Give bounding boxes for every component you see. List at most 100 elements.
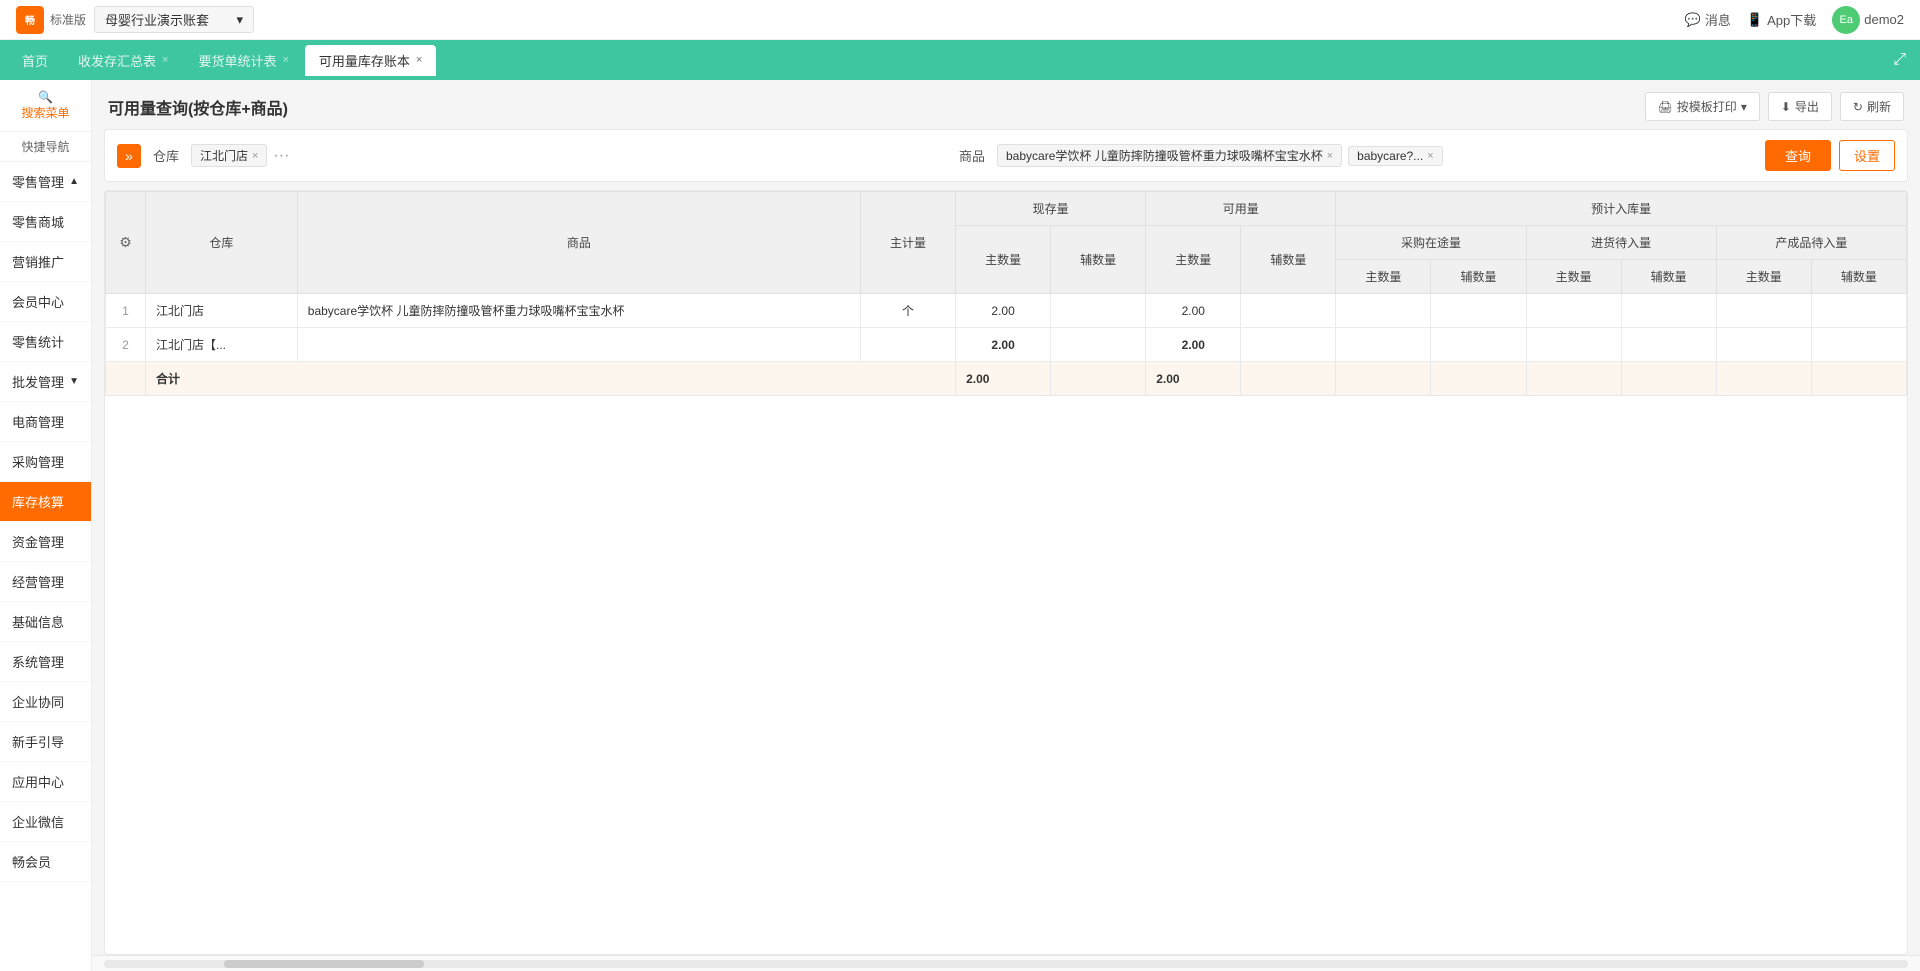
sidebar-item-retail-management[interactable]: 零售管理 ▲ [0,162,91,202]
table-row: 2 江北门店【... 2.00 2.00 [106,328,1907,362]
sidebar-item-purchase[interactable]: 采购管理 [0,442,91,482]
filter-expand-button[interactable]: » [117,144,141,168]
th-purchase-transit-group: 采购在途量 [1336,226,1526,260]
row-avail-aux-2 [1241,328,1336,362]
sidebar-item-enterprise-collab[interactable]: 企业协同 [0,682,91,722]
sidebar-item-basic-info[interactable]: 基础信息 [0,602,91,642]
summary-prod-pending-main [1716,362,1811,396]
summary-avail-main: 2.00 [1146,362,1241,396]
sidebar-item-wholesale[interactable]: 批发管理 ▼ [0,362,91,402]
gear-icon[interactable]: ⚙ [119,234,132,250]
sidebar-item-new-guide[interactable]: 新手引导 [0,722,91,762]
avatar: Ea [1832,6,1860,34]
tab-order-stats-label: 要货单统计表 [198,51,276,70]
sidebar-item-app-center[interactable]: 应用中心 [0,762,91,802]
sidebar-item-vip[interactable]: 畅会员 [0,842,91,882]
row-avail-main-1: 2.00 [1146,294,1241,328]
refresh-button[interactable]: ↻ 刷新 [1840,92,1904,121]
th-avail-main: 主数量 [1146,226,1241,294]
sidebar-item-retail-mall[interactable]: 零售商城 [0,202,91,242]
tab-order-stats[interactable]: 要货单统计表 × [184,45,302,76]
warehouse-tag: 江北门店 × [191,144,267,167]
sidebar-quick-nav[interactable]: 快捷导航 [0,132,91,162]
industry-selector[interactable]: 母婴行业演示账套 ▾ [94,6,254,33]
sidebar-search-label: 搜索菜单 [8,104,83,121]
warehouse-tag-close[interactable]: × [252,150,258,162]
product-tag-1-close[interactable]: × [1327,150,1333,162]
row-avail-main-2: 2.00 [1146,328,1241,362]
settings-button[interactable]: 设置 [1839,140,1895,171]
sidebar-item-marketing[interactable]: 营销推广 [0,242,91,282]
th-settings: ⚙ [106,192,146,294]
th-production-pending-group: 产成品待入量 [1716,226,1906,260]
row-product-1: babycare学饮杯 儿童防摔防撞吸管杯重力球吸嘴杯宝宝水杯 [297,294,860,328]
tab-expand-icon[interactable]: ⤢ [1887,51,1912,69]
horizontal-scrollbar[interactable] [104,960,1908,968]
summary-p-transit-aux [1431,362,1526,396]
export-icon: ⬇ [1781,100,1791,114]
scrollbar-thumb[interactable] [224,960,424,968]
th-forecast-group: 预计入库量 [1336,192,1907,226]
sidebar-item-system-label: 系统管理 [12,652,64,671]
sidebar-item-operations[interactable]: 经营管理 [0,562,91,602]
th-production-pending-aux: 辅数量 [1811,260,1906,294]
product-tag-2: babycare?... × [1348,146,1442,166]
sidebar-item-finance[interactable]: 资金管理 [0,522,91,562]
sidebar-search[interactable]: 🔍 搜索菜单 [0,80,91,132]
sidebar-item-finance-label: 资金管理 [12,532,64,551]
sidebar-item-enterprise-wechat-label: 企业微信 [12,812,64,831]
sidebar-item-stock-check[interactable]: 库存核算 [0,482,91,522]
sidebar-item-system[interactable]: 系统管理 [0,642,91,682]
sidebar-item-ecommerce[interactable]: 电商管理 [0,402,91,442]
summary-current-aux [1051,362,1146,396]
row-current-main-2: 2.00 [956,328,1051,362]
row-unit-1: 个 [860,294,955,328]
product-tag-2-close[interactable]: × [1427,150,1433,162]
th-current-aux: 辅数量 [1051,226,1146,294]
app-download-label: App下载 [1767,10,1816,29]
tab-stock-summary[interactable]: 收发存汇总表 × [64,45,182,76]
tab-available-stock[interactable]: 可用量库存账本 × [305,45,436,76]
tab-order-stats-close[interactable]: × [282,54,288,66]
tab-home[interactable]: 首页 [8,45,62,76]
chevron-down-icon: ▾ [236,12,243,28]
sidebar-item-basic-info-label: 基础信息 [12,612,64,631]
summary-empty-1 [106,362,146,396]
filter-right-actions: 查询 设置 [1765,140,1895,171]
product-tag-1-value: babycare学饮杯 儿童防摔防撞吸管杯重力球吸嘴杯宝宝水杯 [1006,147,1323,164]
summary-p-pending-aux [1621,362,1716,396]
sidebar: 🔍 搜索菜单 快捷导航 零售管理 ▲ 零售商城 营销推广 会员中心 零售统计 批… [0,80,92,971]
logo-icon: 畅 [16,6,44,34]
sidebar-item-member-center-label: 会员中心 [12,292,64,311]
filter-bar: » 仓库 江北门店 × ··· 商品 babycare学饮杯 儿童防摔防撞吸管杯… [104,129,1908,182]
tab-home-label: 首页 [22,51,48,70]
message-button[interactable]: 💬 消息 [1685,10,1731,29]
top-bar: 畅 标准版 母婴行业演示账套 ▾ 💬 消息 📱 App下载 Ea demo2 [0,0,1920,40]
tab-available-stock-close[interactable]: × [416,54,422,66]
app-download-button[interactable]: 📱 App下载 [1747,10,1816,29]
query-button[interactable]: 查询 [1765,140,1831,171]
sidebar-item-member-center[interactable]: 会员中心 [0,282,91,322]
filter-more-icon[interactable]: ··· [273,147,289,165]
template-print-button[interactable]: 🖨 按模板打印 ▾ [1645,92,1760,121]
chevron-down-icon: ▾ [1741,100,1747,114]
sidebar-item-retail-management-label: 零售管理 [12,172,64,191]
summary-current-main: 2.00 [956,362,1051,396]
industry-label: 母婴行业演示账套 [105,10,209,29]
export-button[interactable]: ⬇ 导出 [1768,92,1832,121]
warehouse-filter-label: 仓库 [153,146,179,165]
sidebar-item-operations-label: 经营管理 [12,572,64,591]
tab-bar: 首页 收发存汇总表 × 要货单统计表 × 可用量库存账本 × ⤢ [0,40,1920,80]
user-area[interactable]: Ea demo2 [1832,6,1904,34]
chevron-down-icon: ▼ [69,376,79,387]
refresh-label: 刷新 [1867,98,1891,115]
product-tag-2-value: babycare?... [1357,149,1423,163]
tab-stock-summary-close[interactable]: × [162,54,168,66]
summary-row: 合计 2.00 2.00 [106,362,1907,396]
th-current-stock-group: 现存量 [956,192,1146,226]
row-current-main-1: 2.00 [956,294,1051,328]
sidebar-item-enterprise-wechat[interactable]: 企业微信 [0,802,91,842]
th-current-main: 主数量 [956,226,1051,294]
sidebar-item-retail-stats[interactable]: 零售统计 [0,322,91,362]
message-icon: 💬 [1685,12,1701,28]
